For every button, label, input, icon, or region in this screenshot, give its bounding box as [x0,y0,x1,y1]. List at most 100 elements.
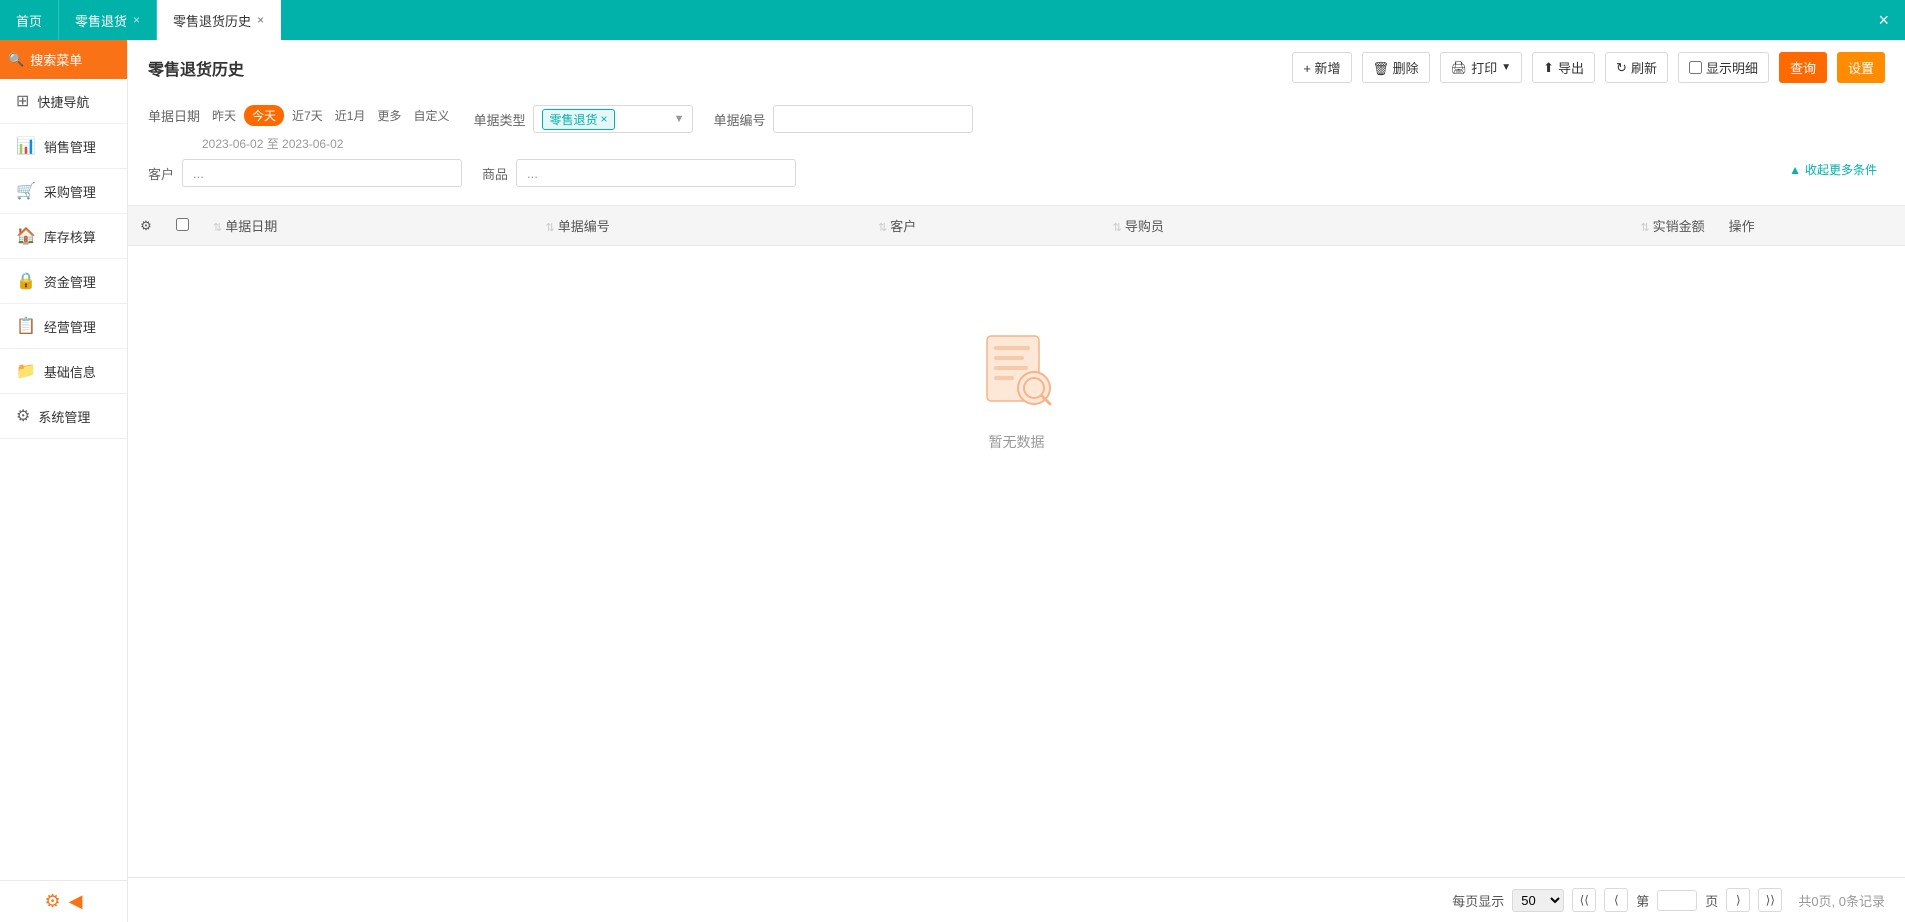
table-container: ⚙ 单据日期 单据编号 客户 [128,206,1905,877]
export-button[interactable]: ⬆ 导出 [1532,52,1595,83]
per-page-select[interactable]: 10 20 50 100 [1512,889,1564,912]
doc-type-select[interactable]: 零售退货 × ▼ [533,105,693,133]
date-shortcuts: 昨天 今天 近7天 近1月 更多 自定义 [208,105,453,126]
sidebar-item-system-label: 系统管理 [38,407,90,426]
th-number[interactable]: 单据编号 [534,206,867,246]
customer-label: 客户 [148,164,174,183]
top-bar: 首页 零售退货 × 零售退货历史 × × [0,0,1905,40]
data-table: ⚙ 单据日期 单据编号 客户 [128,206,1905,532]
delete-button[interactable]: 🗑 删除 [1362,52,1430,83]
sidebar-item-operations[interactable]: 📋 经营管理 [0,304,127,349]
sidebar-search-label: 搜索菜单 [30,50,82,69]
doc-type-filter-group: 单据类型 零售退货 × ▼ [473,105,693,133]
collapse-label: 收起更多条件 [1805,161,1877,178]
doc-number-filter-group: 单据编号 [713,105,973,133]
total-info: 共0页, 0条记录 [1798,891,1885,910]
refresh-icon: ↻ [1616,60,1627,76]
page-suffix-label: 页 [1705,891,1718,910]
date-btn-custom[interactable]: 自定义 [409,106,453,125]
per-page-label: 每页显示 [1452,891,1504,910]
filter-row-1: 单据日期 昨天 今天 近7天 近1月 更多 自定义 单据类型 [148,105,1885,133]
th-number-label: 单据编号 [558,219,610,234]
search-icon: 🔍 [8,52,24,68]
tab-return-history[interactable]: 零售退货历史 × [157,0,281,40]
query-button[interactable]: 查询 [1779,52,1827,83]
sidebar-item-system[interactable]: ⚙ 系统管理 [0,394,127,439]
doc-type-tag-close[interactable]: × [600,112,607,126]
page-number-input[interactable]: 1 [1657,890,1697,911]
sidebar-footer: ⚙ ◀ [0,880,127,922]
date-btn-today[interactable]: 今天 [244,105,284,126]
date-btn-last1m[interactable]: 近1月 [331,106,370,125]
pagination-bar: 每页显示 10 20 50 100 ⟨⟨ ⟨ 第 1 页 ⟩ ⟩⟩ 共0页, 0… [128,877,1905,922]
add-button[interactable]: + 新增 [1292,52,1351,83]
tab-return-history-close-icon[interactable]: × [257,13,264,27]
prev-page-button[interactable]: ⟨ [1604,888,1628,912]
sidebar-item-basic-info-label: 基础信息 [44,362,96,381]
sidebar-item-sales[interactable]: 📊 销售管理 [0,124,127,169]
goods-input[interactable]: ... [516,159,796,187]
doc-number-input[interactable] [773,105,973,133]
window-close-button[interactable]: × [1862,10,1905,31]
th-gear[interactable]: ⚙ [128,206,164,246]
display-detail-label: 显示明细 [1706,58,1758,77]
sidebar-item-quick-nav[interactable]: ⊞ 快捷导航 [0,79,127,124]
th-amount[interactable]: 实销金额 [1384,206,1717,246]
last-page-button[interactable]: ⟩⟩ [1758,888,1782,912]
goods-label: 商品 [482,164,508,183]
date-range-display: 2023-06-02 至 2023-06-02 [202,137,343,151]
sidebar-item-sales-label: 销售管理 [44,137,96,156]
tab-return-close-icon[interactable]: × [133,13,140,27]
doc-type-tag: 零售退货 × [542,109,614,130]
tab-return-label: 零售退货 [75,11,127,30]
sidebar-item-finance[interactable]: 🔒 资金管理 [0,259,127,304]
th-date-label: 单据日期 [225,219,277,234]
sidebar-nav: ⊞ 快捷导航 📊 销售管理 🛒 采购管理 🏠 库存核算 🔒 资金管理 📋 [0,79,127,880]
th-actions: 操作 [1717,206,1905,246]
th-checkbox[interactable] [164,206,201,246]
settings-button[interactable]: 设置 [1837,52,1885,83]
first-page-button[interactable]: ⟨⟨ [1572,888,1596,912]
tab-home[interactable]: 首页 [0,0,59,40]
select-all-checkbox[interactable] [176,218,189,231]
page-header: 零售退货历史 + 新增 🗑 删除 🖨 🖨 打印 打印 ▼ ⬆ 导出 [128,40,1905,206]
refresh-button[interactable]: ↻ 刷新 [1605,52,1668,83]
sidebar-item-inventory-label: 库存核算 [44,227,96,246]
filter-area: 单据日期 昨天 今天 近7天 近1月 更多 自定义 单据类型 [148,95,1885,205]
collapse-icon: ▲ [1789,163,1801,177]
th-customer[interactable]: 客户 [866,206,1101,246]
date-btn-more[interactable]: 更多 [373,106,405,125]
th-amount-label: 实销金额 [1653,219,1705,234]
date-btn-last7[interactable]: 近7天 [288,106,327,125]
export-icon: ⬆ [1543,60,1554,76]
doc-type-chevron-icon: ▼ [674,113,685,125]
display-detail-checkbox[interactable] [1689,61,1702,74]
sidebar-item-finance-label: 资金管理 [44,272,96,291]
purchase-icon: 🛒 [16,181,36,201]
sidebar-item-inventory[interactable]: 🏠 库存核算 [0,214,127,259]
toggle-footer-button[interactable]: ◀ [69,891,83,912]
tab-return-history-label: 零售退货历史 [173,11,251,30]
th-actions-label: 操作 [1729,219,1755,234]
tab-return[interactable]: 零售退货 × [59,0,157,40]
display-detail-toggle[interactable]: 显示明细 [1678,52,1769,83]
print-button[interactable]: 🖨 🖨 打印 打印 ▼ [1440,52,1522,83]
sidebar-item-basic-info[interactable]: 📁 基础信息 [0,349,127,394]
sidebar-search-button[interactable]: 🔍 搜索菜单 [0,40,127,79]
th-date[interactable]: 单据日期 [201,206,534,246]
th-guide-label: 导购员 [1125,219,1164,234]
settings-footer-button[interactable]: ⚙ [45,891,61,912]
next-page-button[interactable]: ⟩ [1726,888,1750,912]
sidebar-item-purchase[interactable]: 🛒 采购管理 [0,169,127,214]
date-btn-yesterday[interactable]: 昨天 [208,106,240,125]
print-chevron-icon: ▼ [1501,62,1511,73]
date-filter-group: 单据日期 昨天 今天 近7天 近1月 更多 自定义 [148,105,453,126]
sidebar: 🔍 搜索菜单 ⊞ 快捷导航 📊 销售管理 🛒 采购管理 🏠 库存核算 🔒 [0,40,128,922]
inventory-icon: 🏠 [16,226,36,246]
basic-info-icon: 📁 [16,361,36,381]
date-filter-label: 单据日期 [148,106,200,125]
collapse-filter-button[interactable]: ▲ 收起更多条件 [1781,159,1885,180]
th-guide[interactable]: 导购员 [1101,206,1385,246]
empty-state: 暂无数据 [128,246,1905,532]
customer-input[interactable]: ... [182,159,462,187]
